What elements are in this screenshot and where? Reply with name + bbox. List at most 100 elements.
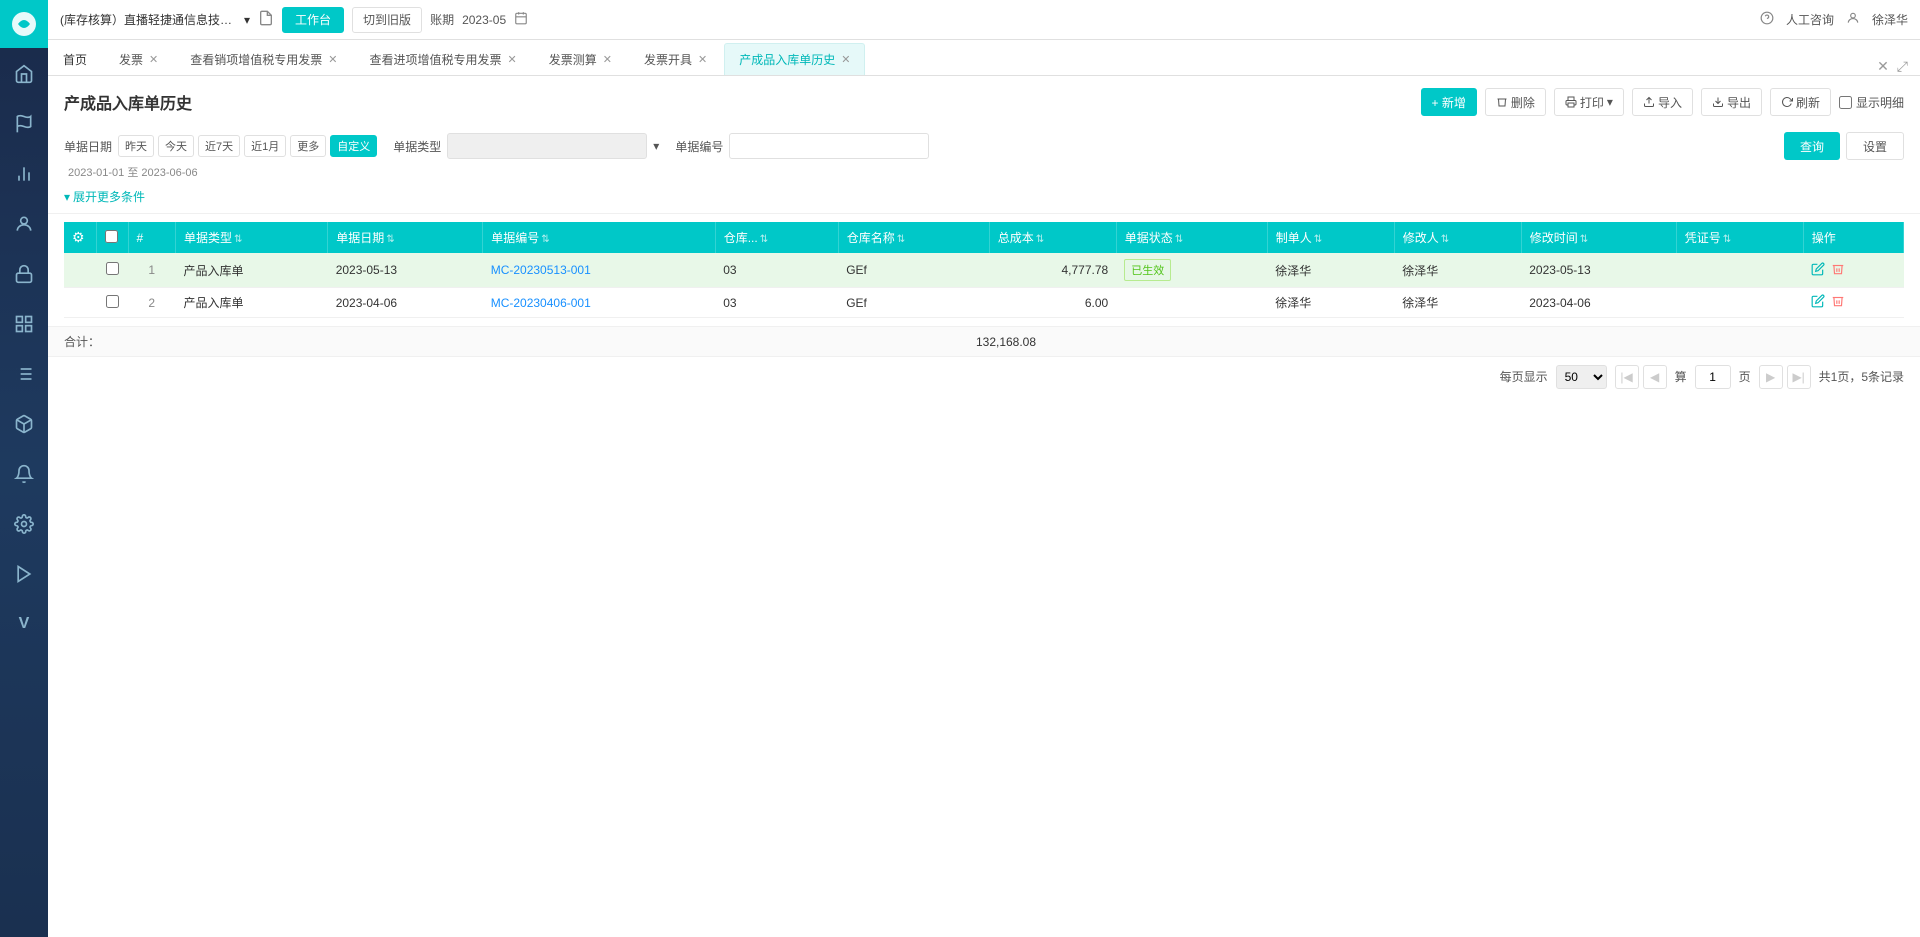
td-doc-no[interactable]: MC-20230513-001	[483, 253, 716, 288]
tab-close-all[interactable]: ✕	[1877, 58, 1889, 75]
sidebar-item-analytics[interactable]	[0, 150, 48, 198]
td-checkbox[interactable]	[96, 288, 128, 318]
doc-no-link[interactable]: MC-20230406-001	[491, 296, 591, 310]
help-label[interactable]: 人工咨询	[1786, 11, 1834, 28]
tab-purchase-vat[interactable]: 查看进项增值税专用发票 ✕	[354, 43, 531, 75]
sort-doc-no[interactable]: ⇅	[541, 234, 549, 245]
sort-modifier[interactable]: ⇅	[1441, 234, 1449, 245]
expand-conditions-btn[interactable]: ▾ 展开更多条件	[64, 188, 1904, 205]
th-doc-status[interactable]: 单据状态⇅	[1116, 222, 1267, 253]
delete-row-icon[interactable]	[1831, 262, 1845, 279]
date-btn-yesterday[interactable]: 昨天	[118, 135, 154, 157]
export-button[interactable]: 导出	[1701, 88, 1762, 116]
th-creator[interactable]: 制单人⇅	[1267, 222, 1394, 253]
refresh-button[interactable]: 刷新	[1770, 88, 1831, 116]
tab-invoice-open[interactable]: 发票开具 ✕	[629, 43, 722, 75]
date-btn-today[interactable]: 今天	[158, 135, 194, 157]
doc-icon[interactable]	[258, 10, 274, 29]
th-modify-time[interactable]: 修改时间⇅	[1521, 222, 1676, 253]
switch-version-button[interactable]: 切到旧版	[352, 7, 422, 33]
td-doc-no[interactable]: MC-20230406-001	[483, 288, 716, 318]
workbench-button[interactable]: 工作台	[282, 7, 344, 33]
tab-invoice-calc[interactable]: 发票测算 ✕	[534, 43, 627, 75]
query-button[interactable]: 查询	[1784, 132, 1840, 160]
td-doc-type: 产品入库单	[175, 253, 327, 288]
sidebar-item-bell[interactable]	[0, 450, 48, 498]
sidebar-item-settings[interactable]	[0, 500, 48, 548]
tab-sales-vat[interactable]: 查看销项增值税专用发票 ✕	[175, 43, 352, 75]
row-checkbox[interactable]	[106, 295, 119, 308]
tab-close-purchase-vat[interactable]: ✕	[508, 53, 517, 66]
doc-no-input[interactable]	[729, 133, 929, 159]
sidebar-item-box[interactable]	[0, 400, 48, 448]
sidebar-item-lock[interactable]	[0, 250, 48, 298]
company-dropdown-icon[interactable]: ▾	[244, 13, 250, 27]
set-button[interactable]: 设置	[1846, 132, 1904, 160]
row-checkbox[interactable]	[106, 262, 119, 275]
tab-home[interactable]: 首页	[48, 43, 102, 75]
new-button[interactable]: + 新增	[1421, 88, 1477, 116]
sort-doc-type[interactable]: ⇅	[234, 234, 242, 245]
sidebar-item-home[interactable]	[0, 50, 48, 98]
per-page-select[interactable]: 50 100 200	[1556, 365, 1607, 389]
delete-row-icon[interactable]	[1831, 294, 1845, 311]
first-page-btn[interactable]: |◀	[1615, 365, 1639, 389]
sort-creator[interactable]: ⇅	[1314, 234, 1322, 245]
tab-close-invoice-open[interactable]: ✕	[698, 53, 707, 66]
tab-close-invoice[interactable]: ✕	[149, 53, 158, 66]
calendar-icon[interactable]	[514, 11, 528, 28]
th-warehouse-code[interactable]: 仓库...⇅	[715, 222, 838, 253]
show-detail-checkbox[interactable]: 显示明细	[1839, 94, 1904, 111]
th-total-cost[interactable]: 总成本⇅	[989, 222, 1116, 253]
print-button[interactable]: 打印 ▾	[1554, 88, 1624, 116]
td-voucher-no	[1676, 288, 1803, 318]
doc-type-select[interactable]	[447, 133, 647, 159]
page-header: 产成品入库单历史 + 新增 删除 打印 ▾ 导入	[48, 76, 1920, 124]
date-btn-custom[interactable]: 自定义	[330, 135, 377, 157]
user-name[interactable]: 徐泽华	[1872, 11, 1908, 28]
sidebar-item-flag[interactable]	[0, 100, 48, 148]
tab-product-instock[interactable]: 产成品入库单历史 ✕	[724, 43, 865, 75]
edit-icon[interactable]	[1811, 262, 1825, 279]
tab-invoice[interactable]: 发票 ✕	[104, 43, 173, 75]
tab-close-invoice-calc[interactable]: ✕	[603, 53, 612, 66]
date-btn-more[interactable]: 更多	[290, 135, 326, 157]
select-all-checkbox[interactable]	[105, 230, 118, 243]
sidebar-item-play[interactable]	[0, 550, 48, 598]
th-doc-type[interactable]: 单据类型⇅	[175, 222, 327, 253]
sidebar-item-v[interactable]: V	[0, 600, 48, 648]
sort-warehouse-code[interactable]: ⇅	[760, 234, 768, 245]
delete-button[interactable]: 删除	[1485, 88, 1546, 116]
th-checkbox[interactable]	[96, 222, 128, 253]
sort-voucher-no[interactable]: ⇅	[1723, 234, 1731, 245]
th-warehouse-name[interactable]: 仓库名称⇅	[838, 222, 989, 253]
doc-no-link[interactable]: MC-20230513-001	[491, 263, 591, 277]
page-input[interactable]	[1695, 365, 1731, 389]
tab-expand[interactable]: ⤢	[1897, 58, 1908, 75]
edit-icon[interactable]	[1811, 294, 1825, 311]
sort-warehouse-name[interactable]: ⇅	[897, 234, 905, 245]
sidebar-item-list[interactable]	[0, 350, 48, 398]
sidebar-item-grid[interactable]	[0, 300, 48, 348]
sort-doc-date[interactable]: ⇅	[386, 234, 394, 245]
date-btn-7days[interactable]: 近7天	[198, 135, 240, 157]
prev-page-btn[interactable]: ◀	[1643, 365, 1667, 389]
th-doc-no[interactable]: 单据编号⇅	[483, 222, 716, 253]
sort-total-cost[interactable]: ⇅	[1036, 234, 1044, 245]
th-doc-date[interactable]: 单据日期⇅	[328, 222, 483, 253]
th-modifier[interactable]: 修改人⇅	[1394, 222, 1521, 253]
sort-doc-status[interactable]: ⇅	[1175, 234, 1183, 245]
last-page-btn[interactable]: ▶|	[1787, 365, 1811, 389]
th-settings[interactable]: ⚙	[64, 222, 96, 253]
import-button[interactable]: 导入	[1632, 88, 1693, 116]
tab-close-product-instock[interactable]: ✕	[841, 53, 850, 66]
th-voucher-no[interactable]: 凭证号⇅	[1676, 222, 1803, 253]
date-btn-1month[interactable]: 近1月	[244, 135, 286, 157]
td-checkbox[interactable]	[96, 253, 128, 288]
next-page-btn[interactable]: ▶	[1759, 365, 1783, 389]
sort-modify-time[interactable]: ⇅	[1580, 234, 1588, 245]
table-settings-gear[interactable]: ⚙	[72, 229, 85, 245]
sidebar-item-account[interactable]	[0, 200, 48, 248]
show-detail-input[interactable]	[1839, 96, 1852, 109]
tab-close-sales-vat[interactable]: ✕	[328, 53, 337, 66]
